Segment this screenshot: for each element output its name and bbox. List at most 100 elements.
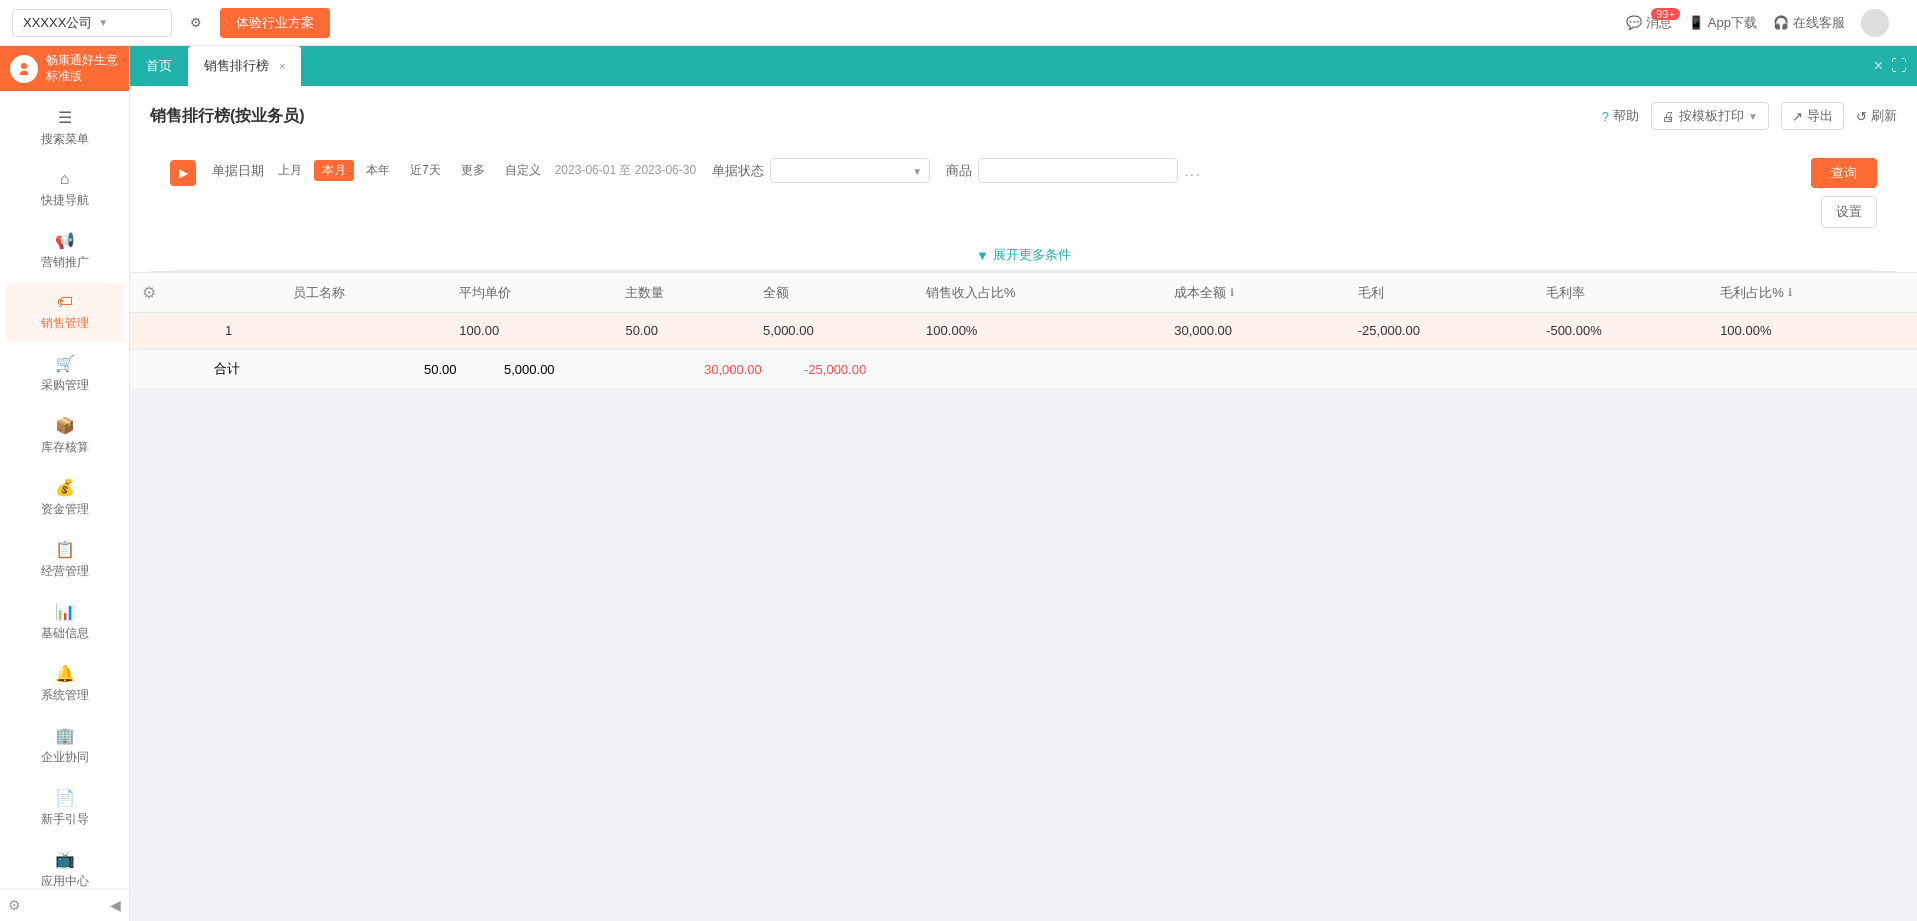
help-button[interactable]: ? 帮助 [1602,107,1639,125]
active-tab-label: 销售排行榜 [204,57,269,75]
col-profit_rate: 毛利率 [1534,273,1708,313]
date-tab-更多[interactable]: 更多 [453,160,493,181]
tab-bar: 首页 销售排行榜 × × ⛶ [130,46,1917,86]
table-footer: 合计 50.00 5,000.00 30,000.00 -25,000.00 [130,349,1917,388]
sidebar-marketing-icon: 📢 [55,231,75,250]
sidebar-operations-icon: 📋 [55,540,75,559]
sidebar-system-icon: 🔔 [55,664,75,683]
goods-input[interactable] [978,158,1178,183]
page-header-section: 销售排行榜(按业务员) ? 帮助 🖨 按模板打印 ▼ [130,86,1917,272]
cell-name-0 [281,313,447,349]
sidebar-search-icon: ☰ [58,108,72,127]
setting-button[interactable]: 设置 [1821,196,1877,228]
filter-main-row: ▶ 单据日期 上月本月本年近7天更多自定义 2023-06-01 至 2023-… [170,158,1877,240]
svg-point-0 [21,63,27,69]
col-avg_price: 平均单价 [447,273,613,313]
sidebar-purchase-label: 采购管理 [41,377,89,394]
status-filter: 单据状态 [712,158,930,183]
sidebar-item-sales[interactable]: 🏷 销售管理 [6,283,123,342]
expand-more-button[interactable]: ▼ 展开更多条件 [976,246,1071,264]
window-expand-button[interactable]: ⛶ [1891,57,1907,75]
app-download-button[interactable]: 📱 App下载 [1688,14,1757,32]
print-button[interactable]: 🖨 按模板打印 ▼ [1651,102,1769,130]
page-title: 销售排行榜(按业务员) [150,106,305,127]
cell-rank-0: 1 [213,313,281,349]
filter-toggle-icon: ▶ [179,166,188,180]
sidebar-inventory-label: 库存核算 [41,439,89,456]
sidebar-purchase-icon: 🛒 [55,354,75,373]
col-qty: 主数量 [613,273,751,313]
help-cost-icon[interactable]: ℹ [1230,286,1234,299]
footer-label: 合计 [214,360,334,378]
message-button[interactable]: 💬 消息 99+ [1626,14,1672,32]
sidebar-item-search[interactable]: ☰搜索菜单 [6,98,123,158]
sidebar-app-center-icon: 📺 [55,850,75,869]
sidebar-item-marketing[interactable]: 📢 营销推广 [6,221,123,281]
sidebar-item-finance[interactable]: 💰资金管理 [6,468,123,528]
more-fields-icon[interactable]: ... [1184,163,1202,179]
filter-toggle-button[interactable]: ▶ [170,160,196,186]
status-select[interactable] [770,158,930,183]
cell-avg_price-0: 100.00 [447,313,613,349]
date-tab-本年[interactable]: 本年 [358,160,398,181]
content-area: 首页 销售排行榜 × × ⛶ 销售排行榜(按业务员) [130,46,1917,921]
sidebar-app-center-label: 应用中心 [41,873,89,888]
sidebar-finance-label: 资金管理 [41,501,89,518]
query-button[interactable]: 查询 [1811,158,1877,188]
sidebar-logo: 畅康通好生意 标准版 [0,46,129,92]
main-content: 销售排行榜(按业务员) ? 帮助 🖨 按模板打印 ▼ [130,86,1917,921]
sidebar-enterprise-label: 企业协同 [41,749,89,766]
expand-bar: ▼ 展开更多条件 [170,240,1877,271]
col-settings-icon[interactable]: ⚙ [142,284,156,301]
help-label: 帮助 [1613,107,1639,125]
logo-text: 畅康通好生意 标准版 [46,53,118,84]
sidebar-system-label: 系统管理 [41,687,89,704]
footer-cost-cell: 30,000.00 [704,362,804,377]
settings-icon[interactable]: ⚙ [182,9,210,37]
avatar[interactable] [1861,9,1889,37]
sidebar-settings-icon[interactable]: ⚙ [8,897,21,913]
sidebar-item-quick-nav[interactable]: ⌂快捷导航 [6,160,123,219]
sidebar-collapse-icon[interactable]: ◀ [110,897,121,913]
tab-close-icon[interactable]: × [279,60,285,72]
sidebar-item-inventory[interactable]: 📦库存核算 [6,406,123,466]
headset-icon: 🎧 [1773,15,1789,30]
online-service-button[interactable]: 🎧 在线客服 [1773,14,1845,32]
col-settings[interactable]: ⚙ [130,273,213,313]
sidebar-item-purchase[interactable]: 🛒 采购管理 [6,344,123,404]
sidebar-item-system[interactable]: 🔔 系统管理 [6,654,123,714]
export-button[interactable]: ↗ 导出 [1781,102,1844,130]
sidebar-sales-label: 销售管理 [41,315,89,332]
sidebar-item-app-center[interactable]: 📺 应用中心 [6,840,123,888]
status-filter-label: 单据状态 [712,162,764,180]
app-download-label: App下载 [1708,14,1757,32]
sidebar-quick-nav-icon: ⌂ [60,170,70,188]
cell-profit_rate-0: -500.00% [1534,313,1708,349]
sidebar-sales-icon: 🏷 [57,293,73,311]
sidebar-item-operations[interactable]: 📋经营管理 [6,530,123,590]
date-tab-近7天[interactable]: 近7天 [402,160,449,181]
tab-sales-ranking[interactable]: 销售排行榜 × [188,46,301,86]
sidebar-marketing-label: 营销推广 [41,254,89,271]
refresh-button[interactable]: ↺ 刷新 [1856,107,1897,125]
sidebar-item-basic-info[interactable]: 📊基础信息 [6,592,123,652]
sidebar-item-enterprise[interactable]: 🏢企业协同 [6,716,123,776]
footer-profit-cell: -25,000.00 [804,362,894,377]
trial-button[interactable]: 体验行业方案 [220,8,330,38]
tab-home[interactable]: 首页 [130,46,188,86]
company-selector[interactable]: XXXXX公司 ▼ [12,9,172,37]
window-close-button[interactable]: × [1874,57,1883,75]
message-badge: 99+ [1651,8,1680,20]
sidebar-guide-label: 新手引导 [41,811,89,828]
print-label: 按模板打印 [1679,107,1744,125]
filter-fields: 单据日期 上月本月本年近7天更多自定义 2023-06-01 至 2023-06… [212,158,1795,183]
goods-filter: 商品 ... [946,158,1202,183]
sidebar-item-guide[interactable]: 📄新手引导 [6,778,123,838]
sidebar-basic-info-label: 基础信息 [41,625,89,642]
date-tab-本月[interactable]: 本月 [314,160,354,181]
help-profit_pct-icon[interactable]: ℹ [1788,286,1792,299]
date-tab-自定义[interactable]: 自定义 [497,160,549,181]
date-tabs: 上月本月本年近7天更多自定义 [270,160,549,181]
cell-qty-0: 50.00 [613,313,751,349]
date-tab-上月[interactable]: 上月 [270,160,310,181]
